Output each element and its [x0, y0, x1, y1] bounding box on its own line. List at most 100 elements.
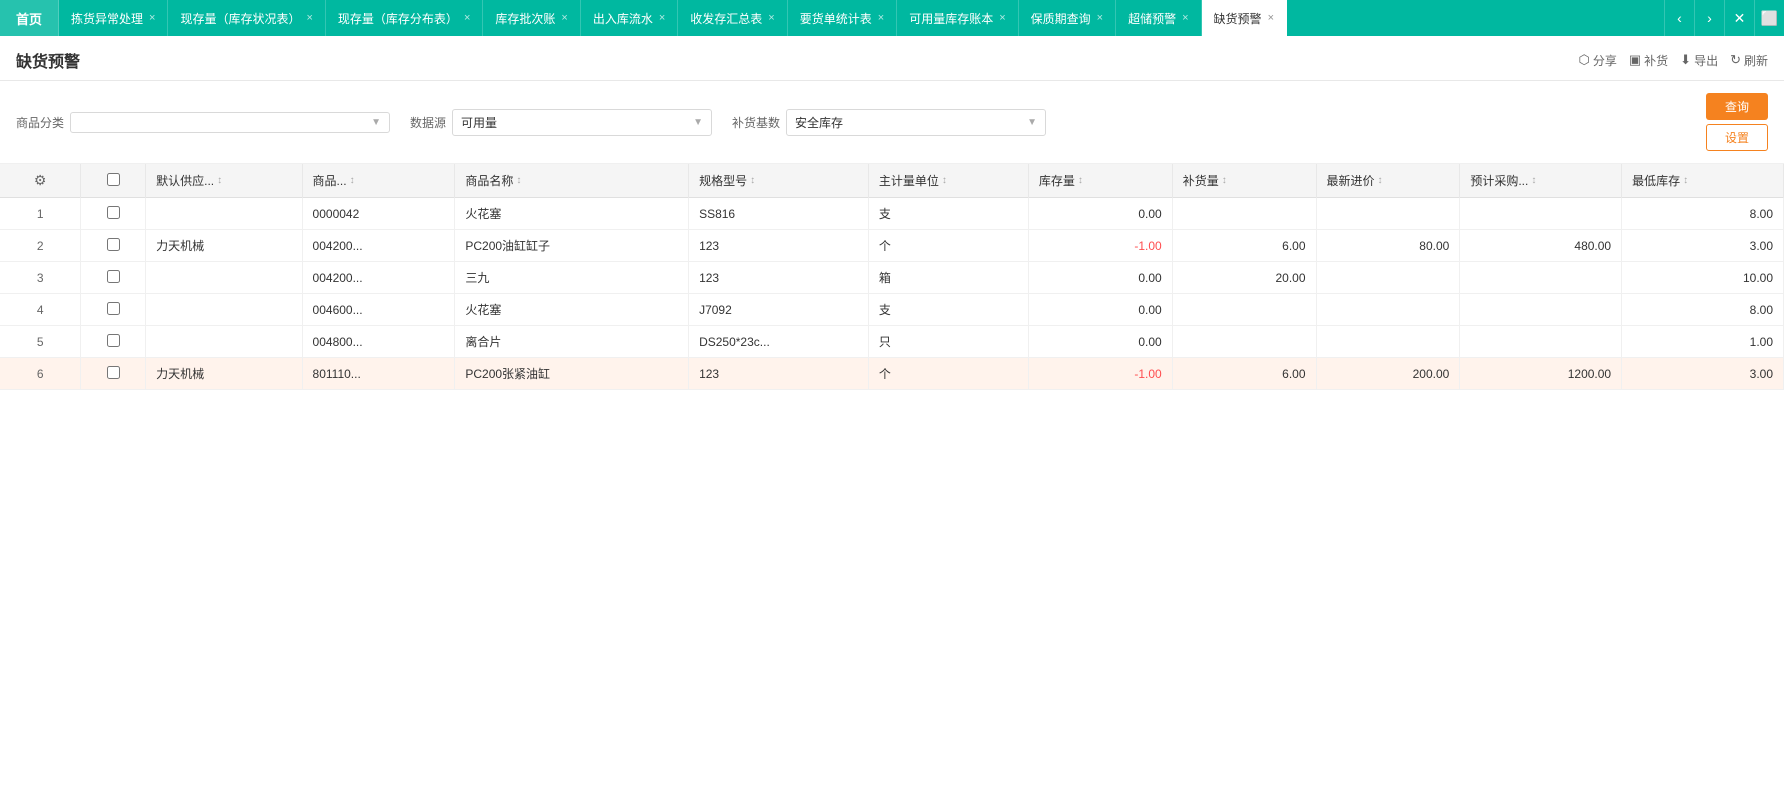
nav-next-button[interactable]: › — [1694, 0, 1724, 36]
row-checkbox-cell[interactable] — [81, 198, 146, 230]
spec-sort-icon: ↕ — [750, 175, 755, 186]
tab-available-ledger[interactable]: 可用量库存账本 × — [897, 0, 1018, 36]
row-supplier — [146, 262, 302, 294]
table-container: ⚙ 默认供应... ↕ 商品... ↕ — [0, 164, 1784, 390]
row-supplier: 力天机械 — [146, 230, 302, 262]
th-unit[interactable]: 主计量单位 ↕ — [868, 164, 1028, 198]
row-est-purchase: 1200.00 — [1460, 358, 1622, 390]
row-checkbox[interactable] — [107, 302, 120, 315]
row-unit: 只 — [868, 326, 1028, 358]
close-tab-order-stats[interactable]: × — [878, 12, 884, 24]
row-code: 004800... — [302, 326, 455, 358]
row-checkbox[interactable] — [107, 238, 120, 251]
close-tab-expiry-query[interactable]: × — [1097, 12, 1103, 24]
close-tab-overstock-warning[interactable]: × — [1182, 12, 1188, 24]
th-replenish[interactable]: 补货量 ↕ — [1172, 164, 1316, 198]
row-supplier — [146, 198, 302, 230]
export-icon: ⬇ — [1680, 52, 1691, 68]
refresh-button[interactable]: ↻ 刷新 — [1730, 52, 1768, 69]
row-min-stock: 8.00 — [1622, 198, 1784, 230]
row-stock: 0.00 — [1028, 198, 1172, 230]
tab-inventory-status[interactable]: 现存量（库存状况表） × — [168, 0, 325, 36]
nav-prev-button[interactable]: ‹ — [1664, 0, 1694, 36]
close-tab-batch-account[interactable]: × — [561, 12, 567, 24]
close-tab-inout-flow[interactable]: × — [659, 12, 665, 24]
filter-bar: 商品分类 ▼ 数据源 可用量 ▼ 补货基数 安全库存 ▼ 查询 设置 — [0, 81, 1784, 164]
close-tab-inventory-dist[interactable]: × — [464, 12, 470, 24]
close-tab-shortage-warning[interactable]: × — [1268, 12, 1274, 24]
tab-exception[interactable]: 拣货异常处理 × — [59, 0, 168, 36]
datasource-select[interactable]: 可用量 ▼ — [452, 109, 712, 136]
setting-button[interactable]: 设置 — [1706, 124, 1768, 151]
row-spec: SS816 — [689, 198, 869, 230]
row-supplier — [146, 294, 302, 326]
page-title: 缺货预警 — [16, 48, 80, 72]
th-est-purchase[interactable]: 预计采购... ↕ — [1460, 164, 1622, 198]
row-unit: 个 — [868, 230, 1028, 262]
replenish-basis-select[interactable]: 安全库存 ▼ — [786, 109, 1046, 136]
category-select[interactable]: ▼ — [70, 112, 390, 133]
row-checkbox-cell[interactable] — [81, 294, 146, 326]
replenish-button[interactable]: ▣ 补货 — [1629, 52, 1668, 69]
data-table: ⚙ 默认供应... ↕ 商品... ↕ — [0, 164, 1784, 390]
row-spec: 123 — [689, 230, 869, 262]
datasource-value: 可用量 — [461, 114, 497, 131]
row-min-stock: 10.00 — [1622, 262, 1784, 294]
nav-close-button[interactable]: ✕ — [1724, 0, 1754, 36]
th-spec[interactable]: 规格型号 ↕ — [689, 164, 869, 198]
th-checkbox[interactable] — [81, 164, 146, 198]
row-est-purchase: 480.00 — [1460, 230, 1622, 262]
tab-shortage-warning[interactable]: 缺货预警 × — [1202, 0, 1287, 36]
select-all-checkbox[interactable] — [107, 173, 120, 186]
row-checkbox-cell[interactable] — [81, 230, 146, 262]
row-est-purchase — [1460, 262, 1622, 294]
row-index: 3 — [0, 262, 81, 294]
tab-home[interactable]: 首页 — [0, 0, 59, 36]
tab-expiry-query[interactable]: 保质期查询 × — [1019, 0, 1116, 36]
datasource-label: 数据源 — [410, 114, 446, 131]
row-est-purchase — [1460, 326, 1622, 358]
row-stock: 0.00 — [1028, 262, 1172, 294]
row-checkbox[interactable] — [107, 366, 120, 379]
row-index: 4 — [0, 294, 81, 326]
row-latest-price — [1316, 294, 1460, 326]
close-tab-receive-summary[interactable]: × — [768, 12, 774, 24]
row-checkbox[interactable] — [107, 270, 120, 283]
row-unit: 支 — [868, 198, 1028, 230]
th-stock[interactable]: 库存量 ↕ — [1028, 164, 1172, 198]
row-code: 004200... — [302, 230, 455, 262]
close-tab-available-ledger[interactable]: × — [999, 12, 1005, 24]
th-name[interactable]: 商品名称 ↕ — [455, 164, 689, 198]
th-latest-price[interactable]: 最新进价 ↕ — [1316, 164, 1460, 198]
gear-icon[interactable]: ⚙ — [34, 172, 47, 188]
tab-batch-account[interactable]: 库存批次账 × — [483, 0, 580, 36]
row-spec: J7092 — [689, 294, 869, 326]
close-tab-inventory-status[interactable]: × — [306, 12, 312, 24]
tab-inventory-dist[interactable]: 现存量（库存分布表） × — [326, 0, 483, 36]
tab-order-stats[interactable]: 要货单统计表 × — [788, 0, 897, 36]
export-button[interactable]: ⬇ 导出 — [1680, 52, 1718, 69]
row-checkbox[interactable] — [107, 334, 120, 347]
row-stock: -1.00 — [1028, 358, 1172, 390]
row-checkbox-cell[interactable] — [81, 262, 146, 294]
row-checkbox-cell[interactable] — [81, 326, 146, 358]
th-code[interactable]: 商品... ↕ — [302, 164, 455, 198]
row-checkbox[interactable] — [107, 206, 120, 219]
row-checkbox-cell[interactable] — [81, 358, 146, 390]
th-gear[interactable]: ⚙ — [0, 164, 81, 198]
table-row: 3 004200... 三九 123 箱 0.00 20.00 10.00 — [0, 262, 1784, 294]
query-button[interactable]: 查询 — [1706, 93, 1768, 120]
th-min-stock[interactable]: 最低库存 ↕ — [1622, 164, 1784, 198]
est-purchase-sort-icon: ↕ — [1531, 175, 1536, 186]
row-name: PC200张紧油缸 — [455, 358, 689, 390]
tab-overstock-warning[interactable]: 超储预警 × — [1116, 0, 1201, 36]
nav-expand-button[interactable]: ⬜ — [1754, 0, 1784, 36]
tab-inout-flow[interactable]: 出入库流水 × — [581, 0, 678, 36]
min-stock-sort-icon: ↕ — [1683, 175, 1688, 186]
th-supplier[interactable]: 默认供应... ↕ — [146, 164, 302, 198]
share-button[interactable]: ⬡ 分享 — [1578, 52, 1616, 69]
tab-receive-summary[interactable]: 收发存汇总表 × — [678, 0, 787, 36]
datasource-chevron-icon: ▼ — [693, 117, 703, 128]
close-tab-exception[interactable]: × — [149, 12, 155, 24]
row-spec: 123 — [689, 358, 869, 390]
